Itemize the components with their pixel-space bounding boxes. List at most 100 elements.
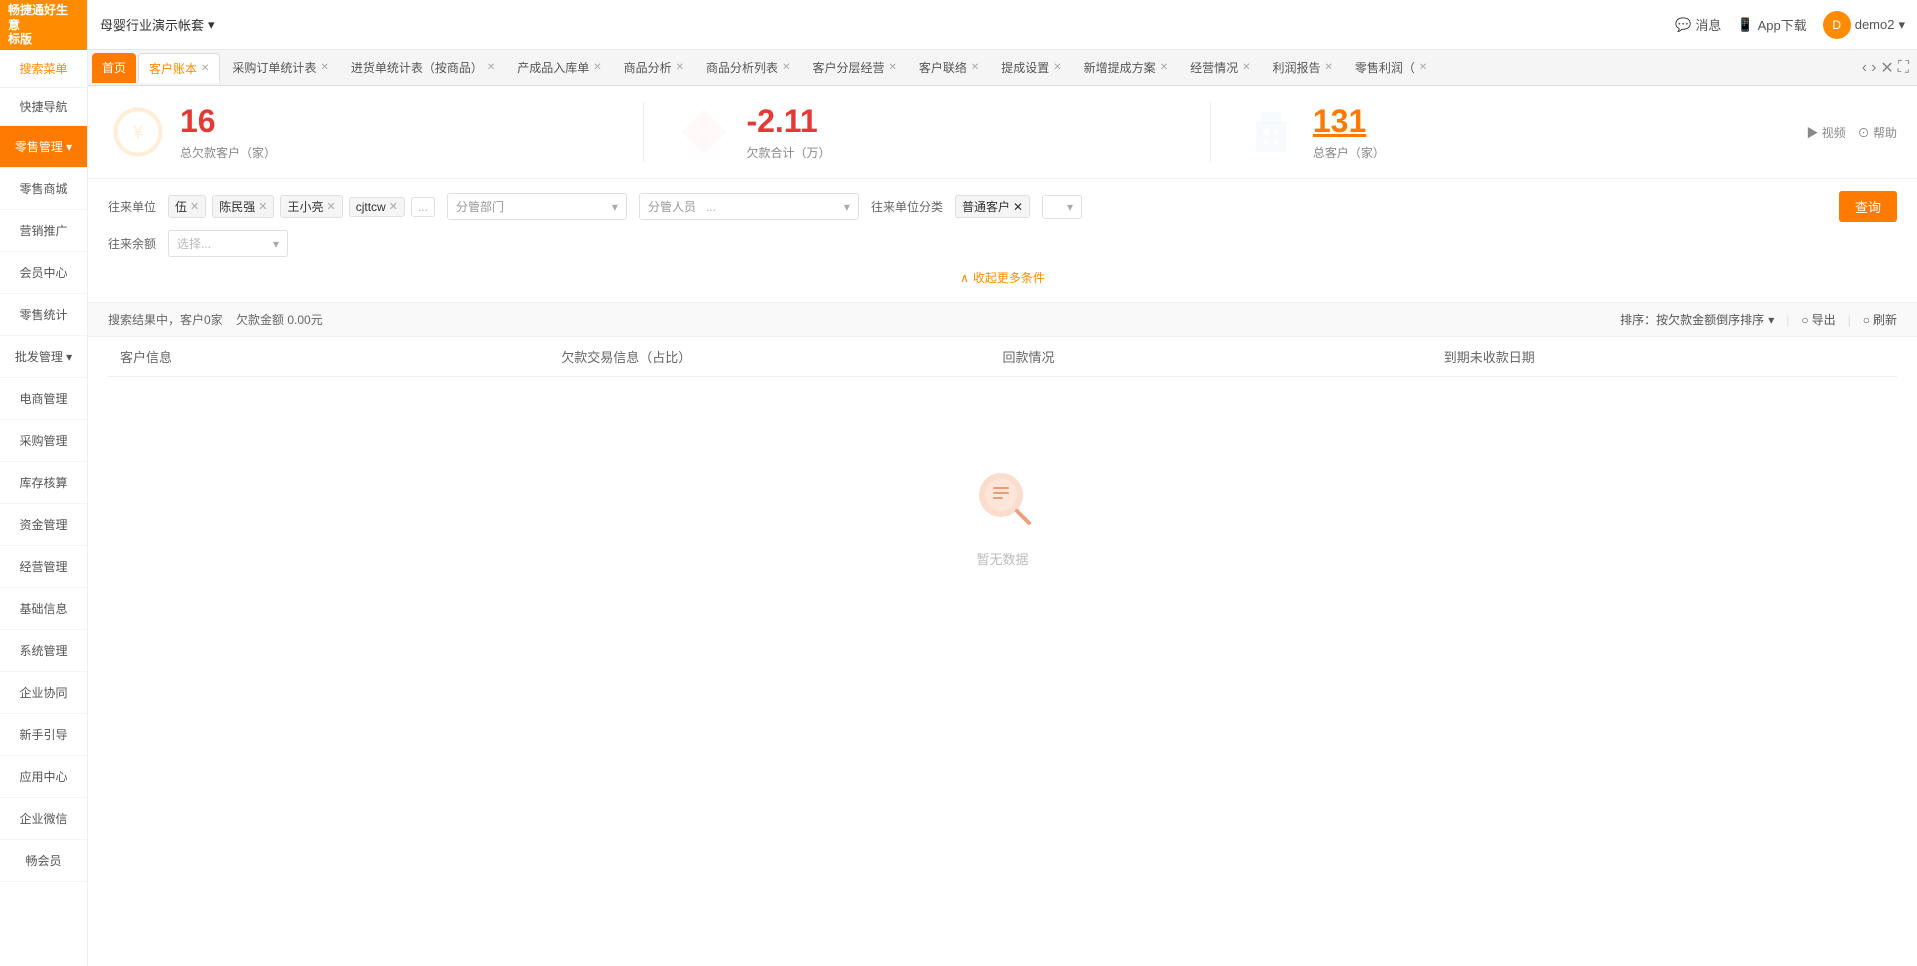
- sidebar-item-basic-info[interactable]: 基础信息: [0, 588, 87, 630]
- unit-filter-tags: 伍 ✕ 陈民强 ✕ 王小亮 ✕ cjttcw ✕: [168, 195, 435, 218]
- close-tab-improve-settings[interactable]: ✕: [1053, 62, 1061, 73]
- app-logo: 畅捷通好生意 标版: [0, 0, 87, 50]
- sidebar-item-new-guide[interactable]: 新手引导: [0, 714, 87, 756]
- person-arrow: ▾: [844, 200, 850, 214]
- overdue-customers-value: 16: [180, 103, 276, 140]
- page-content: ¥ 16 总欠款客户（家） ✦: [88, 86, 1917, 966]
- remove-tag-unit3[interactable]: ✕: [327, 200, 336, 213]
- sidebar-item-member-pro[interactable]: 畅会员: [0, 840, 87, 882]
- sort-selector[interactable]: 排序：按欠款金额倒序排序 ▾: [1620, 311, 1774, 328]
- user-menu[interactable]: D demo2 ▾: [1823, 11, 1905, 39]
- tab-profit-report[interactable]: 利润报告✕: [1262, 53, 1342, 83]
- dept-filter[interactable]: 分管部门 ▾: [447, 193, 627, 220]
- close-tab-customer-contact[interactable]: ✕: [971, 62, 979, 73]
- close-tab-goods-analysis[interactable]: ✕: [676, 62, 684, 73]
- sidebar-item-inventory[interactable]: 库存核算: [0, 462, 87, 504]
- search-menu[interactable]: 搜索菜单: [0, 50, 87, 88]
- tab-home[interactable]: 首页: [92, 53, 136, 83]
- sidebar-item-enterprise[interactable]: 企业协同: [0, 672, 87, 714]
- quick-nav[interactable]: 快捷导航: [0, 88, 87, 126]
- refresh-icon: ○: [1863, 313, 1870, 327]
- refresh-btn[interactable]: ○ 刷新: [1863, 311, 1897, 328]
- close-tab-new-plan[interactable]: ✕: [1160, 62, 1168, 73]
- balance-filter-label: 往来余额: [108, 235, 156, 252]
- th-repayment: 回款情况: [1003, 347, 1444, 366]
- close-tab-operation[interactable]: ✕: [1242, 62, 1250, 73]
- overdue-amount-value: -2.11: [746, 103, 830, 140]
- person-filter[interactable]: 分管人员 ... ▾: [639, 193, 859, 220]
- close-tab-customer[interactable]: ✕: [201, 63, 209, 74]
- tab-purchase-stat[interactable]: 进货单统计表（按商品）✕: [341, 53, 505, 83]
- industry-selector[interactable]: 母婴行业演示帐套 ▾: [100, 15, 215, 34]
- filter-tag-category1[interactable]: 普通客户 ✕: [955, 195, 1030, 218]
- sidebar-item-finance[interactable]: 资金管理: [0, 504, 87, 546]
- filter-tag-unit1[interactable]: 伍 ✕: [168, 195, 206, 218]
- tabbar: 首页客户账本✕采购订单统计表✕进货单统计表（按商品）✕产成品入库单✕商品分析✕商…: [88, 50, 1917, 86]
- query-button[interactable]: 查询: [1839, 191, 1897, 222]
- filter-tag-unit2[interactable]: 陈民强 ✕: [212, 195, 274, 218]
- messages-btn[interactable]: 💬 消息: [1675, 15, 1721, 34]
- close-tab-customer-tier[interactable]: ✕: [888, 62, 896, 73]
- remove-tag-unit4[interactable]: ✕: [389, 200, 398, 213]
- sidebar-item-member[interactable]: 会员中心: [0, 252, 87, 294]
- close-tab-goods-list[interactable]: ✕: [782, 62, 790, 73]
- sidebar-item-retail[interactable]: 零售管理 ▾: [0, 126, 87, 168]
- remove-tag-unit2[interactable]: ✕: [258, 200, 267, 213]
- sidebar-item-retail-mall[interactable]: 零售商城: [0, 168, 87, 210]
- empty-state: 暂无数据: [108, 377, 1897, 608]
- message-icon: 💬: [1675, 17, 1691, 33]
- category-arrow: ▾: [1067, 200, 1073, 214]
- overdue-customers-label: 总欠款客户（家）: [180, 144, 276, 161]
- tab-customer[interactable]: 客户账本✕: [138, 53, 220, 83]
- total-customers-label: 总客户（家）: [1313, 144, 1385, 161]
- sort-arrow: ▾: [1768, 313, 1774, 327]
- sidebar-item-enterprise-wechat[interactable]: 企业微信: [0, 798, 87, 840]
- sidebar-item-marketing[interactable]: 营销推广: [0, 210, 87, 252]
- tab-goods-list[interactable]: 商品分析列表✕: [696, 53, 800, 83]
- tab-customer-tier[interactable]: 客户分层经营✕: [802, 53, 906, 83]
- sidebar-item-purchase[interactable]: 采购管理: [0, 420, 87, 462]
- diamond-icon: ✦: [674, 102, 734, 162]
- tab-improve-settings[interactable]: 提成设置✕: [991, 53, 1071, 83]
- tab-nav-left[interactable]: ‹: [1862, 59, 1867, 77]
- balance-arrow: ▾: [273, 237, 279, 251]
- tab-close-all[interactable]: ✕: [1880, 58, 1893, 78]
- help-btn[interactable]: ⊙ 帮助: [1858, 124, 1897, 141]
- download-icon: 📱: [1737, 17, 1753, 33]
- sidebar-item-system[interactable]: 系统管理: [0, 630, 87, 672]
- category-dropdown[interactable]: ▾: [1042, 195, 1082, 219]
- video-help-btn[interactable]: ▶ 视频: [1806, 124, 1845, 141]
- tab-fullscreen[interactable]: ⛶: [1898, 59, 1909, 77]
- more-tags-btn[interactable]: ...: [411, 197, 435, 217]
- app-download-btn[interactable]: 📱 App下载: [1737, 15, 1806, 34]
- remove-tag-category1[interactable]: ✕: [1013, 200, 1023, 214]
- filter-tag-unit4[interactable]: cjttcw ✕: [349, 197, 405, 217]
- chevron-up-icon: ∧: [960, 271, 969, 285]
- logo-text: 畅捷通好生意 标版: [8, 3, 79, 46]
- close-tab-product-instock[interactable]: ✕: [593, 62, 601, 73]
- export-btn[interactable]: ○ 导出: [1801, 311, 1835, 328]
- close-tab-profit-report[interactable]: ✕: [1325, 62, 1333, 73]
- close-tab-purchase-stat[interactable]: ✕: [487, 62, 495, 73]
- close-tab-purchase-order[interactable]: ✕: [320, 62, 328, 73]
- remove-tag-unit1[interactable]: ✕: [190, 200, 199, 213]
- sidebar-item-ecommerce[interactable]: 电商管理: [0, 378, 87, 420]
- tab-retail-profit[interactable]: 零售利润（✕: [1345, 53, 1437, 83]
- chevron-down-icon: ▾: [1898, 17, 1905, 33]
- tab-new-plan[interactable]: 新增提成方案✕: [1074, 53, 1178, 83]
- tab-nav-right[interactable]: ›: [1871, 59, 1876, 77]
- tab-customer-contact[interactable]: 客户联络✕: [909, 53, 989, 83]
- tab-operation[interactable]: 经营情况✕: [1180, 53, 1260, 83]
- sidebar-item-wholesale[interactable]: 批发管理 ▾: [0, 336, 87, 378]
- balance-filter[interactable]: 选择... ▾: [168, 230, 288, 257]
- tab-purchase-order[interactable]: 采购订单统计表✕: [222, 53, 338, 83]
- sidebar-item-operation-mgmt[interactable]: 经营管理: [0, 546, 87, 588]
- sidebar-item-retail-stat[interactable]: 零售统计: [0, 294, 87, 336]
- close-tab-retail-profit[interactable]: ✕: [1419, 62, 1427, 73]
- sidebar-item-app-center[interactable]: 应用中心: [0, 756, 87, 798]
- tab-product-instock[interactable]: 产成品入库单✕: [507, 53, 611, 83]
- svg-text:✦: ✦: [699, 125, 711, 141]
- filter-tag-unit3[interactable]: 王小亮 ✕: [280, 195, 342, 218]
- tab-goods-analysis[interactable]: 商品分析✕: [614, 53, 694, 83]
- collapse-btn[interactable]: ∧ 收起更多条件: [948, 265, 1057, 290]
